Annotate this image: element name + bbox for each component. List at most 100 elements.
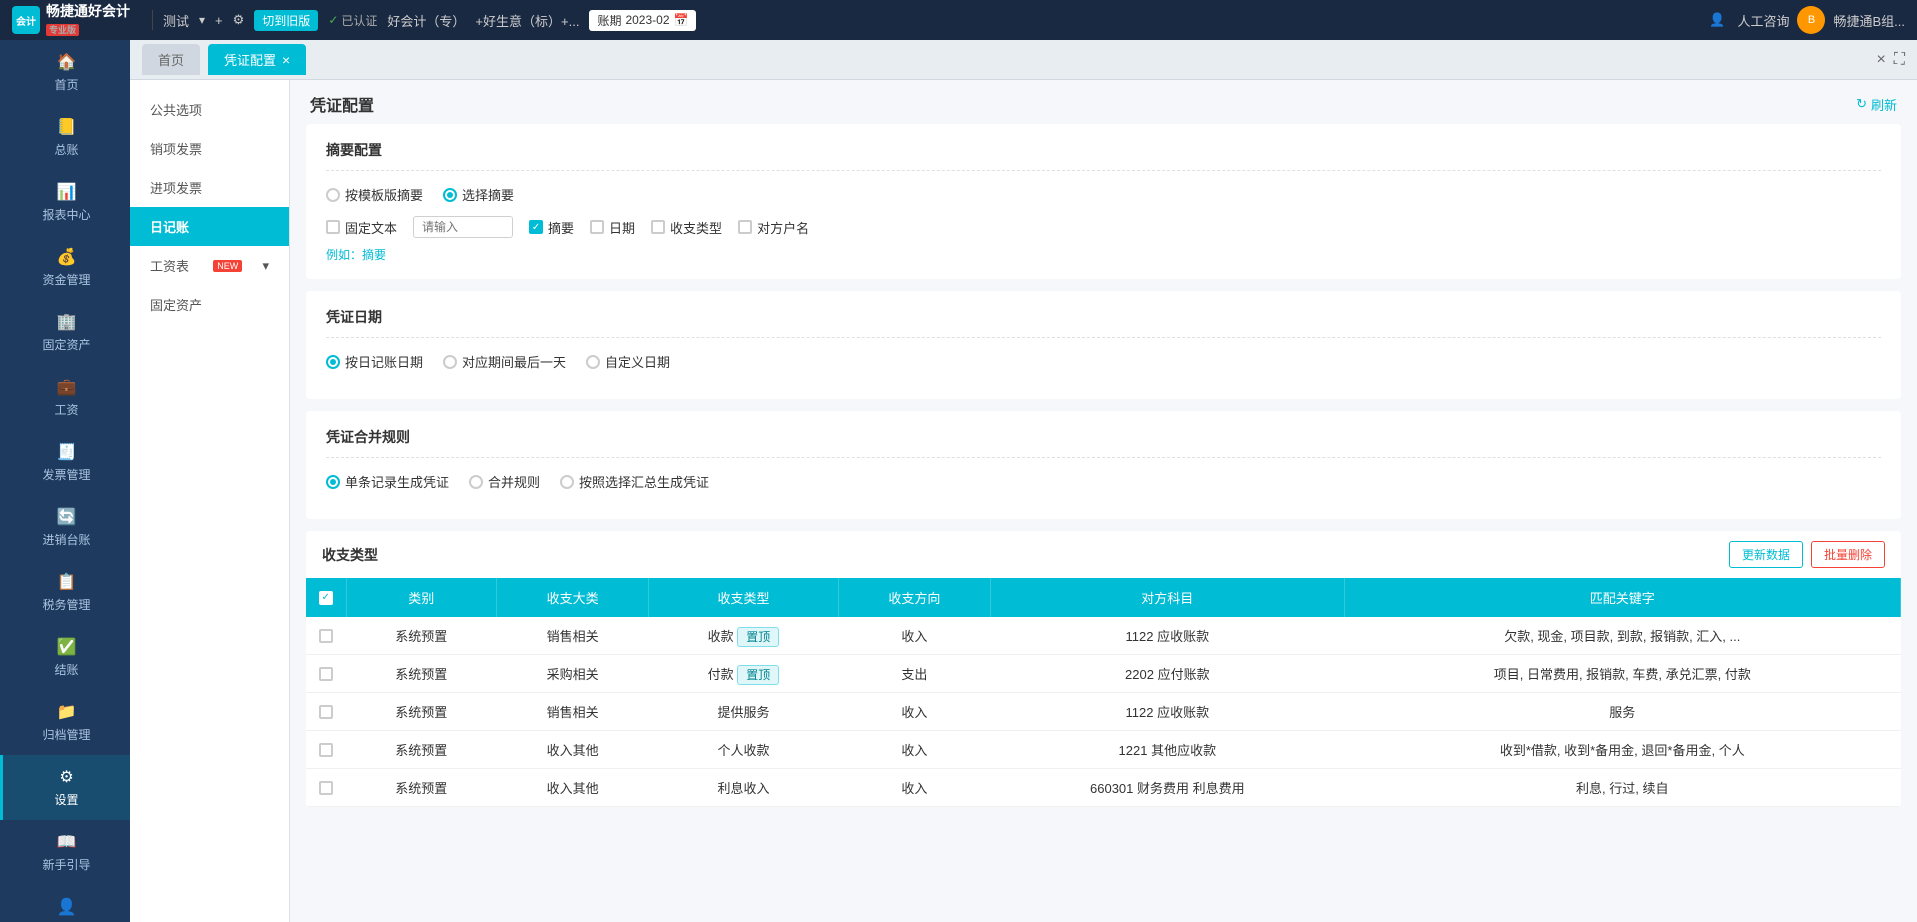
- row-checkbox[interactable]: [319, 705, 333, 719]
- row-checkbox[interactable]: [319, 781, 333, 795]
- sidebar-item-member[interactable]: 👤 畅会员: [0, 885, 130, 922]
- window-maximize-button[interactable]: ⛶: [1894, 51, 1905, 69]
- sidebar-label-reports: 报表中心: [42, 206, 90, 223]
- radio-template[interactable]: 按模板版摘要: [326, 185, 423, 204]
- user-name[interactable]: 畅捷通B组...: [1833, 11, 1905, 30]
- sidebar-item-ledger[interactable]: 📒 总账: [0, 105, 130, 170]
- sidebar-item-reports[interactable]: 📊 报表中心: [0, 170, 130, 235]
- row-checkbox-cell[interactable]: [306, 693, 346, 731]
- cell-category: 系统预置: [346, 655, 496, 693]
- row-checkbox[interactable]: [319, 743, 333, 757]
- sidebar-label-payroll: 工资: [54, 401, 78, 418]
- cell-type: 收款 置顶: [649, 617, 838, 655]
- radio-total[interactable]: 按照选择汇总生成凭证: [560, 472, 709, 491]
- cell-category: 系统预置: [346, 617, 496, 655]
- row-checkbox[interactable]: [319, 667, 333, 681]
- radio-period-last[interactable]: 对应期间最后一天: [443, 352, 566, 371]
- sidebar-item-funds[interactable]: 💰 资金管理: [0, 235, 130, 300]
- help-label: 人工咨询: [1737, 11, 1789, 30]
- sidebar-item-tax[interactable]: 📋 税务管理: [0, 560, 130, 625]
- left-nav-fixedasset[interactable]: 固定资产: [130, 285, 289, 324]
- left-nav-public[interactable]: 公共选项: [130, 90, 289, 129]
- row-checkbox-cell[interactable]: [306, 617, 346, 655]
- sidebar-item-guide[interactable]: 📖 新手引导: [0, 820, 130, 885]
- row-checkbox-cell[interactable]: [306, 655, 346, 693]
- table-row: 系统预置收入其他利息收入收入660301 财务费用 利息费用利息, 行过, 续自: [306, 769, 1901, 807]
- single-circle: [326, 475, 340, 489]
- brand: 会计 畅捷通好会计 专业版: [12, 3, 142, 37]
- left-nav-salary[interactable]: 工资表 NEW ▾: [130, 246, 289, 285]
- row-checkbox[interactable]: [319, 629, 333, 643]
- fixed-text-input[interactable]: [413, 216, 513, 238]
- cell-direction: 收入: [838, 617, 990, 655]
- left-nav-sales[interactable]: 销项发票: [130, 129, 289, 168]
- period-badge[interactable]: 账期 2023-02 📅: [589, 10, 696, 31]
- sidebar-item-payroll[interactable]: 💼 工资: [0, 365, 130, 430]
- avatar[interactable]: B: [1797, 6, 1825, 34]
- tab-home[interactable]: 首页: [142, 44, 200, 75]
- cell-direction: 收入: [838, 693, 990, 731]
- settings-icon[interactable]: ⚙: [233, 12, 245, 28]
- refresh-button[interactable]: ↻ 刷新: [1856, 95, 1897, 114]
- sidebar-item-close[interactable]: ✅ 结账: [0, 625, 130, 690]
- checkbox-fixed-text[interactable]: 固定文本: [326, 218, 397, 237]
- checkbox-summary[interactable]: ✓ 摘要: [529, 218, 574, 237]
- current-company[interactable]: 测试: [163, 11, 189, 30]
- sidebar-item-settings[interactable]: ⚙ 设置: [0, 755, 130, 820]
- tab-close-icon[interactable]: ×: [282, 52, 290, 68]
- cell-type: 个人收款: [649, 731, 838, 769]
- guide-icon: 📖: [57, 832, 77, 852]
- type-tag[interactable]: 置顶: [737, 665, 779, 685]
- left-nav-journal-label: 日记账: [150, 217, 189, 236]
- merge-radio-group: 单条记录生成凭证 合并规则 按照选择汇总生成凭证: [326, 472, 1881, 491]
- radio-select[interactable]: 选择摘要: [443, 185, 514, 204]
- sidebar-item-purchases[interactable]: 🔄 进销台账: [0, 495, 130, 560]
- update-data-button[interactable]: 更新数据: [1729, 541, 1803, 568]
- total-label: 按照选择汇总生成凭证: [579, 472, 709, 491]
- sidebar-item-home[interactable]: 🏠 首页: [0, 40, 130, 105]
- tab-window-actions: × ⛶: [1876, 51, 1905, 69]
- radio-merge[interactable]: 合并规则: [469, 472, 540, 491]
- sidebar-item-archive[interactable]: 📁 归档管理: [0, 690, 130, 755]
- income-section: 收支类型 更新数据 批量删除 ✓ 类别: [306, 531, 1901, 807]
- left-nav-purchase-label: 进项发票: [150, 178, 202, 197]
- sidebar-item-assets[interactable]: 🏢 固定资产: [0, 300, 130, 365]
- left-nav-journal[interactable]: 日记账: [130, 207, 289, 246]
- batch-delete-button[interactable]: 批量删除: [1811, 541, 1885, 568]
- sidebar-label-close: 结账: [54, 661, 78, 678]
- cell-direction: 收入: [838, 769, 990, 807]
- add-button[interactable]: +: [215, 13, 223, 28]
- new-badge: NEW: [213, 260, 242, 272]
- checkbox-date[interactable]: 日期: [590, 218, 635, 237]
- checkbox-type[interactable]: 收支类型: [651, 218, 722, 237]
- window-close-button[interactable]: ×: [1876, 51, 1885, 69]
- left-nav-sales-label: 销项发票: [150, 139, 202, 158]
- cell-major_type: 采购相关: [496, 655, 648, 693]
- table-section-header: 收支类型 更新数据 批量删除: [306, 531, 1901, 578]
- sidebar-item-invoice[interactable]: 🧾 发票管理: [0, 430, 130, 495]
- tab-home-label: 首页: [158, 53, 184, 68]
- checkbox-counterpart[interactable]: 对方户名: [738, 218, 809, 237]
- table-check-all[interactable]: ✓: [306, 578, 346, 617]
- col-category: 类别: [346, 578, 496, 617]
- cell-type: 利息收入: [649, 769, 838, 807]
- company-dropdown-icon[interactable]: ▾: [199, 13, 205, 27]
- type-tag[interactable]: 置顶: [737, 627, 779, 647]
- assets-icon: 🏢: [57, 312, 77, 332]
- refresh-icon: ↻: [1856, 96, 1867, 112]
- switch-version-button[interactable]: 切到旧版: [254, 10, 318, 31]
- radio-custom-date[interactable]: 自定义日期: [586, 352, 670, 371]
- tab-voucher-config[interactable]: 凭证配置 ×: [208, 44, 306, 75]
- radio-single[interactable]: 单条记录生成凭证: [326, 472, 449, 491]
- col-direction: 收支方向: [838, 578, 990, 617]
- summary-checkbox: ✓: [529, 220, 543, 234]
- table-row: 系统预置销售相关收款 置顶收入1122 应收账款欠款, 现金, 项目款, 到款,…: [306, 617, 1901, 655]
- row-checkbox-cell[interactable]: [306, 769, 346, 807]
- cell-category: 系统预置: [346, 769, 496, 807]
- radio-journal-date[interactable]: 按日记账日期: [326, 352, 423, 371]
- cell-account: 1122 应收账款: [991, 693, 1345, 731]
- left-nav-purchase[interactable]: 进项发票: [130, 168, 289, 207]
- row-checkbox-cell[interactable]: [306, 731, 346, 769]
- certified-label: 已认证: [341, 12, 377, 29]
- help-button[interactable]: 👤 人工咨询: [1709, 11, 1789, 30]
